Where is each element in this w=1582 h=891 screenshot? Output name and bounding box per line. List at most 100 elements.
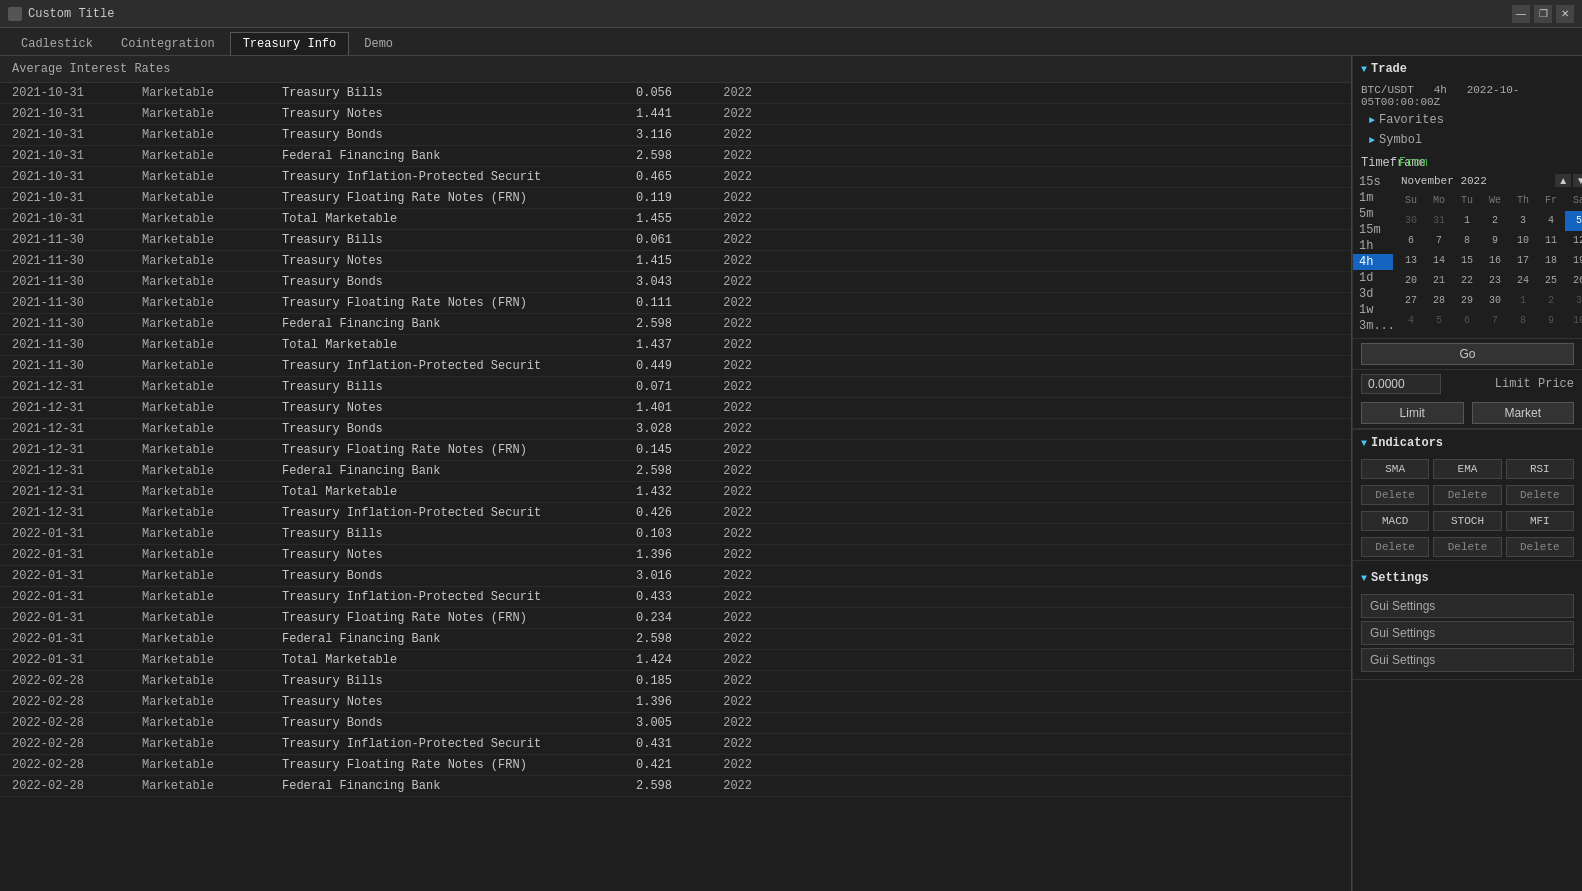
row-year: 2022 — [672, 401, 752, 415]
favorites-item[interactable]: ► Favorites — [1353, 110, 1582, 130]
sma-button[interactable]: SMA — [1361, 459, 1429, 479]
cal-day-3-next[interactable]: 3 — [1565, 291, 1582, 311]
tf-3d[interactable]: 3d — [1353, 286, 1393, 302]
macd-button[interactable]: MACD — [1361, 511, 1429, 531]
cal-day-7-next[interactable]: 7 — [1481, 311, 1509, 331]
macd-delete-button[interactable]: Delete — [1361, 537, 1429, 557]
cal-day-19[interactable]: 19 — [1565, 251, 1582, 271]
ema-delete-button[interactable]: Delete — [1433, 485, 1501, 505]
cal-day-21[interactable]: 21 — [1425, 271, 1453, 291]
indicators-section: ▼ Indicators SMA EMA RSI Delete Delete D… — [1353, 430, 1582, 561]
tf-4h[interactable]: 4h — [1353, 254, 1393, 270]
trade-collapse-arrow: ▼ — [1361, 64, 1367, 75]
cal-day-2[interactable]: 2 — [1481, 211, 1509, 231]
cal-day-8[interactable]: 8 — [1453, 231, 1481, 251]
cal-day-31-prev[interactable]: 31 — [1425, 211, 1453, 231]
close-button[interactable]: ✕ — [1556, 5, 1574, 23]
gui-settings-button-2[interactable]: Gui Settings — [1361, 621, 1574, 645]
cal-day-16[interactable]: 16 — [1481, 251, 1509, 271]
cal-day-9[interactable]: 9 — [1481, 231, 1509, 251]
cal-day-11[interactable]: 11 — [1537, 231, 1565, 251]
cal-day-6-next[interactable]: 6 — [1453, 311, 1481, 331]
row-instrument: Treasury Floating Rate Notes (FRN) — [282, 191, 592, 205]
stoch-button[interactable]: STOCH — [1433, 511, 1501, 531]
tab-cointegration[interactable]: Cointegration — [108, 32, 228, 55]
cal-day-20[interactable]: 20 — [1397, 271, 1425, 291]
cal-day-1[interactable]: 1 — [1453, 211, 1481, 231]
cal-day-4-next[interactable]: 4 — [1397, 311, 1425, 331]
left-panel: Average Interest Rates 2021-10-31 Market… — [0, 56, 1352, 891]
market-button[interactable]: Market — [1472, 402, 1575, 424]
cal-day-23[interactable]: 23 — [1481, 271, 1509, 291]
row-instrument: Treasury Inflation-Protected Securit — [282, 590, 592, 604]
row-instrument: Treasury Notes — [282, 254, 592, 268]
cal-day-26[interactable]: 26 — [1565, 271, 1582, 291]
cal-day-10[interactable]: 10 — [1509, 231, 1537, 251]
tab-cadlestick[interactable]: Cadlestick — [8, 32, 106, 55]
tf-1w[interactable]: 1w — [1353, 302, 1393, 318]
cal-day-14[interactable]: 14 — [1425, 251, 1453, 271]
tf-15s[interactable]: 15s — [1353, 174, 1393, 190]
cal-day-5[interactable]: 5 — [1565, 211, 1582, 231]
cal-day-5-next[interactable]: 5 — [1425, 311, 1453, 331]
cal-day-1-next[interactable]: 1 — [1509, 291, 1537, 311]
row-instrument: Treasury Inflation-Protected Securit — [282, 506, 592, 520]
rsi-button[interactable]: RSI — [1506, 459, 1574, 479]
ema-button[interactable]: EMA — [1433, 459, 1501, 479]
go-button[interactable]: Go — [1361, 343, 1574, 365]
cal-day-9-next[interactable]: 9 — [1537, 311, 1565, 331]
mfi-delete-button[interactable]: Delete — [1506, 537, 1574, 557]
cal-day-6[interactable]: 6 — [1397, 231, 1425, 251]
cal-day-4[interactable]: 4 — [1537, 211, 1565, 231]
cal-day-13[interactable]: 13 — [1397, 251, 1425, 271]
cal-day-27[interactable]: 27 — [1397, 291, 1425, 311]
cal-hdr-mo: Mo — [1425, 191, 1453, 211]
rsi-delete-button[interactable]: Delete — [1506, 485, 1574, 505]
cal-day-28[interactable]: 28 — [1425, 291, 1453, 311]
order-buttons: Limit Market — [1353, 398, 1582, 429]
calendar-down-btn[interactable]: ▼ — [1573, 174, 1582, 187]
timeframe-label: Timeframe — [1361, 156, 1391, 170]
cal-day-17[interactable]: 17 — [1509, 251, 1537, 271]
tab-treasury-info[interactable]: Treasury Info — [230, 32, 350, 55]
tab-demo[interactable]: Demo — [351, 32, 406, 55]
cal-day-7[interactable]: 7 — [1425, 231, 1453, 251]
cal-day-30-prev[interactable]: 30 — [1397, 211, 1425, 231]
cal-day-2-next[interactable]: 2 — [1537, 291, 1565, 311]
tf-1m[interactable]: 1m — [1353, 190, 1393, 206]
cal-day-3[interactable]: 3 — [1509, 211, 1537, 231]
tf-1h[interactable]: 1h — [1353, 238, 1393, 254]
calendar-up-btn[interactable]: ▲ — [1555, 174, 1571, 187]
mfi-button[interactable]: MFI — [1506, 511, 1574, 531]
tf-15m[interactable]: 15m — [1353, 222, 1393, 238]
cal-day-15[interactable]: 15 — [1453, 251, 1481, 271]
stoch-delete-button[interactable]: Delete — [1433, 537, 1501, 557]
cal-day-10-next[interactable]: 10 — [1565, 311, 1582, 331]
table-row: 2022-02-28 Marketable Treasury Bills 0.1… — [0, 671, 1351, 692]
row-rate: 0.056 — [592, 86, 672, 100]
limit-button[interactable]: Limit — [1361, 402, 1464, 424]
price-input[interactable] — [1361, 374, 1441, 394]
cal-day-8-next[interactable]: 8 — [1509, 311, 1537, 331]
gui-settings-button-3[interactable]: Gui Settings — [1361, 648, 1574, 672]
cal-day-24[interactable]: 24 — [1509, 271, 1537, 291]
minimize-button[interactable]: — — [1512, 5, 1530, 23]
cal-day-18[interactable]: 18 — [1537, 251, 1565, 271]
row-year: 2022 — [672, 758, 752, 772]
sma-delete-button[interactable]: Delete — [1361, 485, 1429, 505]
cal-day-29[interactable]: 29 — [1453, 291, 1481, 311]
symbol-item[interactable]: ► Symbol — [1353, 130, 1582, 150]
cal-day-30[interactable]: 30 — [1481, 291, 1509, 311]
tf-1d[interactable]: 1d — [1353, 270, 1393, 286]
row-type: Marketable — [142, 86, 282, 100]
cal-day-25[interactable]: 25 — [1537, 271, 1565, 291]
cal-day-12[interactable]: 12 — [1565, 231, 1582, 251]
tf-5m[interactable]: 5m — [1353, 206, 1393, 222]
cal-day-22[interactable]: 22 — [1453, 271, 1481, 291]
symbol-arrow: ► — [1369, 135, 1375, 146]
row-type: Marketable — [142, 443, 282, 457]
row-type: Marketable — [142, 191, 282, 205]
restore-button[interactable]: ❐ — [1534, 5, 1552, 23]
tf-3m[interactable]: 3m... — [1353, 318, 1393, 334]
gui-settings-button-1[interactable]: Gui Settings — [1361, 594, 1574, 618]
